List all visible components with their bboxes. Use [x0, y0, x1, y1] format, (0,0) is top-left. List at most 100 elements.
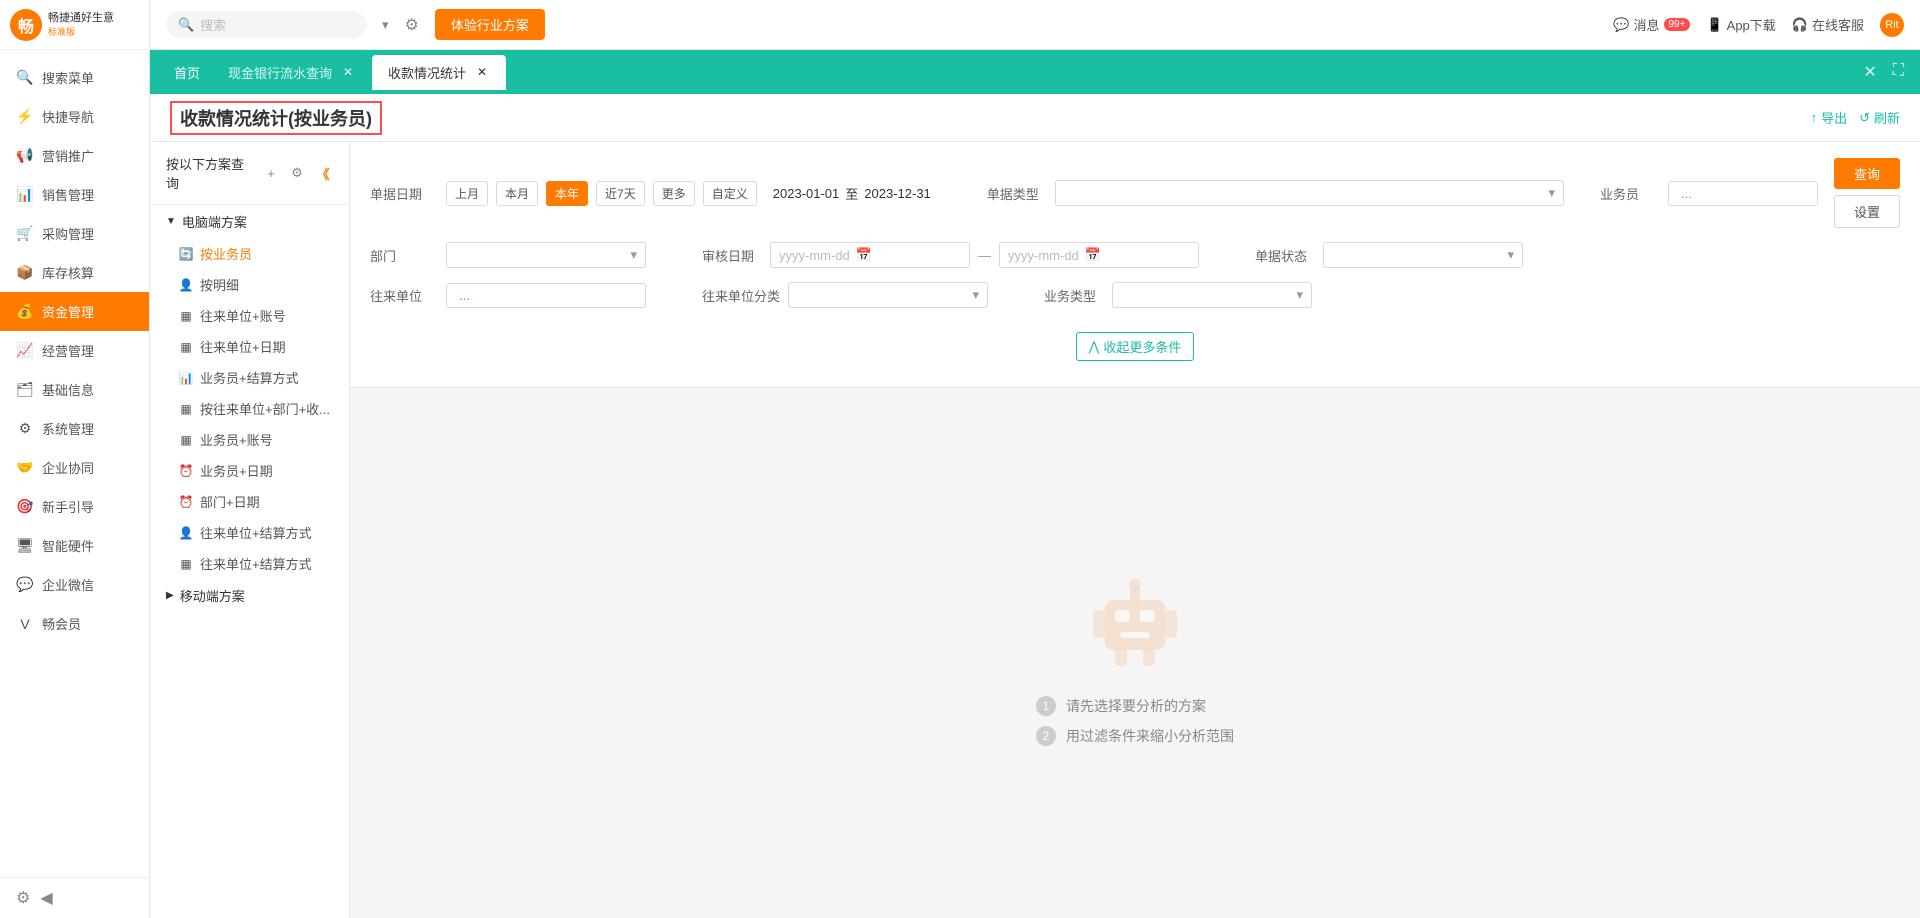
calendar-icon-from[interactable]: 📅	[856, 247, 872, 263]
counterpart-select[interactable]: ...	[446, 283, 646, 308]
tree-child-unit-method1[interactable]: 👤 往来单位+结算方式	[162, 517, 349, 548]
salesperson-select[interactable]: ...	[1668, 181, 1818, 206]
dept-select[interactable]: ▾	[446, 242, 646, 268]
left-panel-settings-btn[interactable]: ⚙	[287, 163, 307, 183]
tab-home[interactable]: 首页	[162, 55, 212, 90]
counterpart-more-btn[interactable]: ...	[455, 288, 474, 303]
doctype-select[interactable]: ▾	[1055, 180, 1564, 206]
tree-child-by-detail[interactable]: 👤 按明细	[162, 269, 349, 300]
collapse-label: 收起更多条件	[1103, 337, 1181, 356]
sidebar-item-quicknav[interactable]: ⚡ 快捷导航	[0, 97, 149, 136]
app-download-action[interactable]: 📱 App下载	[1706, 15, 1775, 34]
filter-row-2: 部门 ▾ 审核日期 yyyy-mm-dd 📅 — yyyy-mm-dd	[370, 242, 1900, 268]
message-icon: 💬	[1613, 17, 1629, 33]
tree-child-label: 往来单位+结算方式	[200, 523, 312, 542]
sidebar-item-label: 企业协同	[42, 458, 94, 477]
tree-child-unit-account[interactable]: ▦ 往来单位+账号	[162, 300, 349, 331]
date-from: 2023-01-01	[773, 186, 840, 201]
sidebar-bottom: ⚙ ◀	[0, 877, 149, 918]
sidebar-item-search[interactable]: 🔍 搜索菜单	[0, 58, 149, 97]
tabbar-expand-icon[interactable]: ⛶	[1889, 58, 1908, 86]
sidebar-item-inventory[interactable]: 📦 库存核算	[0, 253, 149, 292]
export-label: 导出	[1821, 108, 1847, 127]
empty-steps: 1 请先选择要分析的方案 2 用过滤条件来缩小分析范围	[1036, 696, 1234, 746]
dept-chevron: ▾	[630, 247, 637, 263]
tree-child-salesperson-account[interactable]: ▦ 业务员+账号	[162, 424, 349, 455]
docstatus-select[interactable]: ▾	[1323, 242, 1523, 268]
user-avatar: Rit	[1880, 13, 1904, 37]
tree-children-pc: 🔄 按业务员 👤 按明细 ▦ 往来单位+账号 ▦ 往来单位+日期	[150, 238, 349, 579]
sidebar-settings-icon[interactable]: ⚙	[16, 888, 30, 908]
tree-child-by-salesperson[interactable]: 🔄 按业务员	[162, 238, 349, 269]
user-action[interactable]: Rit	[1880, 13, 1904, 37]
settings-button[interactable]: 设置	[1834, 195, 1900, 228]
sidebar-item-corp[interactable]: 🤝 企业协同	[0, 448, 149, 487]
sidebar-item-guide[interactable]: 🎯 新手引导	[0, 487, 149, 526]
tree-child-label: 往来单位+结算方式	[200, 554, 312, 573]
more-btn[interactable]: 更多	[653, 181, 695, 206]
sidebar-item-hardware[interactable]: 🖥 智能硬件	[0, 526, 149, 565]
this-year-btn[interactable]: 本年	[546, 181, 588, 206]
left-panel-add-btn[interactable]: +	[261, 163, 281, 183]
last-month-btn[interactable]: 上月	[446, 181, 488, 206]
biztype-select[interactable]: ▾	[1112, 282, 1312, 308]
filter-date-group: 上月 本月 本年 近7天 更多 自定义	[446, 181, 757, 206]
tree-child-salesperson-method[interactable]: 📊 业务员+结算方式	[162, 362, 349, 393]
topbar-search-area[interactable]: 🔍 搜索	[166, 11, 366, 38]
counterpart-category-select[interactable]: ▾	[788, 282, 988, 308]
sidebar-collapse-icon[interactable]: ◀	[40, 888, 52, 908]
tree-child-unit-date[interactable]: ▦ 往来单位+日期	[162, 331, 349, 362]
tabbar-close-icon[interactable]: ✕	[1859, 58, 1880, 86]
tab-receipt-close[interactable]: ✕	[474, 64, 490, 80]
tree-child-salesperson-date[interactable]: ⏰ 业务员+日期	[162, 455, 349, 486]
trial-btn[interactable]: 体验行业方案	[435, 9, 545, 40]
tree-group-mobile-header[interactable]: ▶ 移动端方案	[150, 579, 349, 612]
tree-collapse-icon: ▶	[166, 590, 174, 601]
counterpart-category-label: 往来单位分类	[702, 286, 780, 305]
tab-receipt[interactable]: 收款情况统计 ✕	[372, 55, 506, 90]
biztype-filter: 业务类型 ▾	[1044, 282, 1312, 308]
tabbar-right: ✕ ⛶	[1859, 58, 1908, 86]
tab-bank[interactable]: 现金银行流水查询 ✕	[212, 55, 372, 90]
left-panel-collapse-btn[interactable]: 《	[313, 163, 333, 183]
sidebar-item-label: 经营管理	[42, 341, 94, 360]
date-to: 2023-12-31	[864, 186, 931, 201]
sidebar-item-purchase[interactable]: 🛒 采购管理	[0, 214, 149, 253]
sidebar-item-vip[interactable]: V 畅会员	[0, 604, 149, 643]
tree-group-pc-header[interactable]: ▼ 电脑端方案	[150, 205, 349, 238]
tree-child-dept-date[interactable]: ⏰ 部门+日期	[162, 486, 349, 517]
sidebar-item-finance[interactable]: 💰 资金管理	[0, 292, 149, 331]
salesperson-more-btn[interactable]: ...	[1677, 186, 1696, 201]
topbar-dropdown-icon[interactable]: ▾	[382, 17, 389, 33]
this-month-btn[interactable]: 本月	[496, 181, 538, 206]
tree-child-unit-method2[interactable]: ▦ 往来单位+结算方式	[162, 548, 349, 579]
refresh-button[interactable]: ↺ 刷新	[1859, 108, 1900, 127]
custom-btn[interactable]: 自定义	[703, 181, 757, 206]
tree-child-unit-dept-collect[interactable]: ▦ 按往来单位+部门+收...	[162, 393, 349, 424]
salesperson-account-icon: ▦	[178, 432, 194, 448]
collapse-button[interactable]: ⋀ 收起更多条件	[1076, 332, 1195, 361]
detail-icon: 👤	[178, 277, 194, 293]
review-date-to-input[interactable]: yyyy-mm-dd 📅	[999, 242, 1199, 268]
sidebar-item-label: 库存核算	[42, 263, 94, 282]
sidebar-item-operation[interactable]: 📈 经营管理	[0, 331, 149, 370]
date-range: 2023-01-01 至 2023-12-31	[773, 184, 931, 203]
sidebar-item-wechat[interactable]: 💬 企业微信	[0, 565, 149, 604]
filter-row-1: 单据日期 上月 本月 本年 近7天 更多 自定义 2023-01-01 至 20…	[370, 158, 1900, 228]
sidebar-item-system[interactable]: ⚙ 系统管理	[0, 409, 149, 448]
query-button[interactable]: 查询	[1834, 158, 1900, 189]
tab-bank-close[interactable]: ✕	[340, 64, 356, 80]
sidebar-item-marketing[interactable]: 📢 营销推广	[0, 136, 149, 175]
calendar-icon-to[interactable]: 📅	[1085, 247, 1101, 263]
online-service-action[interactable]: 🎧 在线客服	[1792, 15, 1864, 34]
docstatus-label: 单据状态	[1255, 246, 1315, 265]
export-button[interactable]: ↑ 导出	[1811, 108, 1848, 127]
last7days-btn[interactable]: 近7天	[596, 181, 645, 206]
right-panel: 单据日期 上月 本月 本年 近7天 更多 自定义 2023-01-01 至 20…	[350, 142, 1920, 918]
sidebar-item-sales[interactable]: 📊 销售管理	[0, 175, 149, 214]
topbar-gear-icon[interactable]: ⚙	[405, 15, 419, 35]
review-date-from-input[interactable]: yyyy-mm-dd 📅	[770, 242, 970, 268]
message-action[interactable]: 💬 消息 99+	[1613, 15, 1690, 34]
biztype-label: 业务类型	[1044, 286, 1104, 305]
sidebar-item-basic[interactable]: 🗂 基础信息	[0, 370, 149, 409]
